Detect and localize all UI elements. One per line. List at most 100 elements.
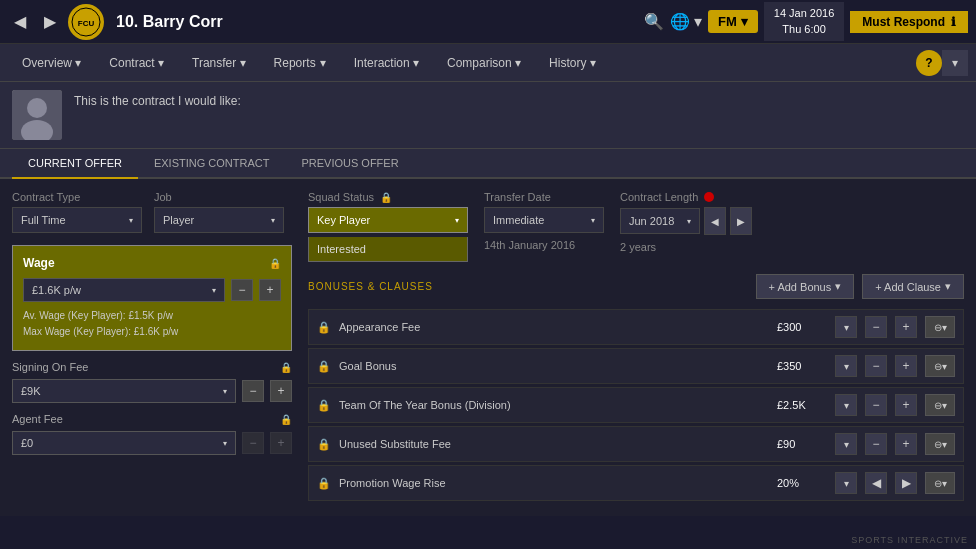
wage-box: Wage 🔒 £1.6K p/w▾ − + Av. Wage (Key Play… — [12, 245, 292, 351]
bonus-row-team-year: 🔒 Team Of The Year Bonus (Division) £2.5… — [308, 387, 964, 423]
bonus-unused-sub-increase[interactable]: + — [895, 433, 917, 455]
agent-fee-select[interactable]: £0▾ — [12, 431, 236, 455]
bonus-promotion-remove[interactable]: ⊖▾ — [925, 472, 955, 494]
bonus-appearance-remove[interactable]: ⊖▾ — [925, 316, 955, 338]
bonus-promotion-chevron[interactable]: ▾ — [835, 472, 857, 494]
wage-header: Wage 🔒 — [23, 256, 281, 270]
wage-decrease-btn[interactable]: − — [231, 279, 253, 301]
back-button[interactable]: ◀ — [8, 8, 32, 35]
signing-fee-label: Signing On Fee 🔒 — [12, 361, 292, 373]
bonus-lock-icon: 🔒 — [317, 321, 331, 334]
bonus-team-year-remove[interactable]: ⊖▾ — [925, 394, 955, 416]
nav-bar: Overview ▾ Contract ▾ Transfer ▾ Reports… — [0, 44, 976, 82]
nav-interaction[interactable]: Interaction ▾ — [340, 44, 433, 82]
left-panel: Contract Type Full Time▾ Job Player▾ Wag… — [12, 191, 292, 504]
bonus-goal-decrease[interactable]: − — [865, 355, 887, 377]
wage-increase-btn[interactable]: + — [259, 279, 281, 301]
contract-tabs: CURRENT OFFER EXISTING CONTRACT PREVIOUS… — [0, 149, 976, 179]
agent-fee-lock-icon: 🔒 — [280, 414, 292, 425]
job-select[interactable]: Player▾ — [154, 207, 284, 233]
bonus-value-unused-sub: £90 — [777, 438, 827, 450]
bonus-value-promotion: 20% — [777, 477, 827, 489]
contract-length-row: Jun 2018▾ ◀ ▶ — [620, 207, 752, 235]
forward-button[interactable]: ▶ — [38, 8, 62, 35]
bonus-name-unused-sub: Unused Substitute Fee — [339, 438, 769, 450]
svg-point-3 — [27, 98, 47, 118]
bonus-team-year-chevron[interactable]: ▾ — [835, 394, 857, 416]
bonus-unused-sub-remove[interactable]: ⊖▾ — [925, 433, 955, 455]
fm-menu[interactable]: FM ▾ — [708, 10, 758, 33]
nav-overview[interactable]: Overview ▾ — [8, 44, 95, 82]
signing-fee-row: £9K▾ − + — [12, 379, 292, 403]
bonus-unused-sub-chevron[interactable]: ▾ — [835, 433, 857, 455]
bonus-appearance-decrease[interactable]: − — [865, 316, 887, 338]
help-button[interactable]: ? — [916, 50, 942, 76]
bonus-lock-icon: 🔒 — [317, 399, 331, 412]
bonus-promotion-next[interactable]: ▶ — [895, 472, 917, 494]
main-content: Contract Type Full Time▾ Job Player▾ Wag… — [0, 179, 976, 516]
bonus-row-promotion: 🔒 Promotion Wage Rise 20% ▾ ◀ ▶ ⊖▾ — [308, 465, 964, 501]
must-respond-button[interactable]: Must Respond ℹ — [850, 11, 968, 33]
contract-length-next-btn[interactable]: ▶ — [730, 207, 752, 235]
bonus-team-year-decrease[interactable]: − — [865, 394, 887, 416]
nav-transfer[interactable]: Transfer ▾ — [178, 44, 260, 82]
squad-status-select[interactable]: Key Player▾ — [308, 207, 468, 233]
tab-current-offer[interactable]: CURRENT OFFER — [12, 149, 138, 179]
squad-status-group: Squad Status 🔒 Key Player▾ Interested — [308, 191, 468, 262]
job-group: Job Player▾ — [154, 191, 284, 233]
search-button[interactable]: 🔍 — [644, 12, 664, 31]
club-logo: FCU — [68, 4, 104, 40]
bonus-value-appearance: £300 — [777, 321, 827, 333]
wage-select[interactable]: £1.6K p/w▾ — [23, 278, 225, 302]
add-clause-button[interactable]: + Add Clause▾ — [862, 274, 964, 299]
squad-transfer-row: Squad Status 🔒 Key Player▾ Interested Tr… — [308, 191, 964, 262]
signing-fee-increase-btn[interactable]: + — [270, 380, 292, 402]
job-label: Job — [154, 191, 284, 203]
bonus-goal-chevron[interactable]: ▾ — [835, 355, 857, 377]
squad-interested-text: Interested — [308, 237, 468, 262]
bonus-name-promotion: Promotion Wage Rise — [339, 477, 769, 489]
nav-history[interactable]: History ▾ — [535, 44, 610, 82]
contract-type-select[interactable]: Full Time▾ — [12, 207, 142, 233]
bonus-promotion-prev[interactable]: ◀ — [865, 472, 887, 494]
bonus-lock-icon: 🔒 — [317, 438, 331, 451]
globe-button[interactable]: 🌐 ▾ — [670, 12, 702, 31]
nav-contract[interactable]: Contract ▾ — [95, 44, 178, 82]
bonus-unused-sub-decrease[interactable]: − — [865, 433, 887, 455]
expand-button[interactable]: ▾ — [942, 50, 968, 76]
contract-type-label: Contract Type — [12, 191, 142, 203]
agent-fee-group: Agent Fee 🔒 £0▾ − + — [12, 413, 292, 455]
contract-type-group: Contract Type Full Time▾ — [12, 191, 142, 233]
bonus-lock-icon: 🔒 — [317, 360, 331, 373]
transfer-date-select[interactable]: Immediate▾ — [484, 207, 604, 233]
bonus-value-goal: £350 — [777, 360, 827, 372]
wage-row: £1.6K p/w▾ − + — [23, 278, 281, 302]
bonus-name-appearance: Appearance Fee — [339, 321, 769, 333]
bonus-list: 🔒 Appearance Fee £300 ▾ − + ⊖▾ 🔒 Goal Bo… — [308, 309, 964, 501]
date-display[interactable]: 14 Jan 2016 Thu 6:00 — [764, 2, 845, 41]
contract-length-select[interactable]: Jun 2018▾ — [620, 208, 700, 234]
bonus-appearance-increase[interactable]: + — [895, 316, 917, 338]
agent-fee-decrease-btn[interactable]: − — [242, 432, 264, 454]
contract-length-prev-btn[interactable]: ◀ — [704, 207, 726, 235]
transfer-date-group: Transfer Date Immediate▾ 14th January 20… — [484, 191, 604, 251]
contract-length-label: Contract Length — [620, 191, 752, 203]
agent-fee-label: Agent Fee 🔒 — [12, 413, 292, 425]
add-bonus-button[interactable]: + Add Bonus▾ — [756, 274, 855, 299]
bonus-appearance-chevron[interactable]: ▾ — [835, 316, 857, 338]
footer-label: SPORTS INTERACTIVE — [851, 535, 968, 545]
signing-fee-select[interactable]: £9K▾ — [12, 379, 236, 403]
bonus-team-year-increase[interactable]: + — [895, 394, 917, 416]
player-avatar — [12, 90, 62, 140]
nav-reports[interactable]: Reports ▾ — [260, 44, 340, 82]
bonus-goal-increase[interactable]: + — [895, 355, 917, 377]
signing-fee-decrease-btn[interactable]: − — [242, 380, 264, 402]
agent-fee-increase-btn[interactable]: + — [270, 432, 292, 454]
right-panel: Squad Status 🔒 Key Player▾ Interested Tr… — [308, 191, 964, 504]
contract-length-sub: 2 years — [620, 241, 752, 253]
contract-type-job-row: Contract Type Full Time▾ Job Player▾ — [12, 191, 292, 233]
tab-previous-offer[interactable]: PREVIOUS OFFER — [285, 149, 414, 179]
nav-comparison[interactable]: Comparison ▾ — [433, 44, 535, 82]
tab-existing-contract[interactable]: EXISTING CONTRACT — [138, 149, 286, 179]
bonus-goal-remove[interactable]: ⊖▾ — [925, 355, 955, 377]
